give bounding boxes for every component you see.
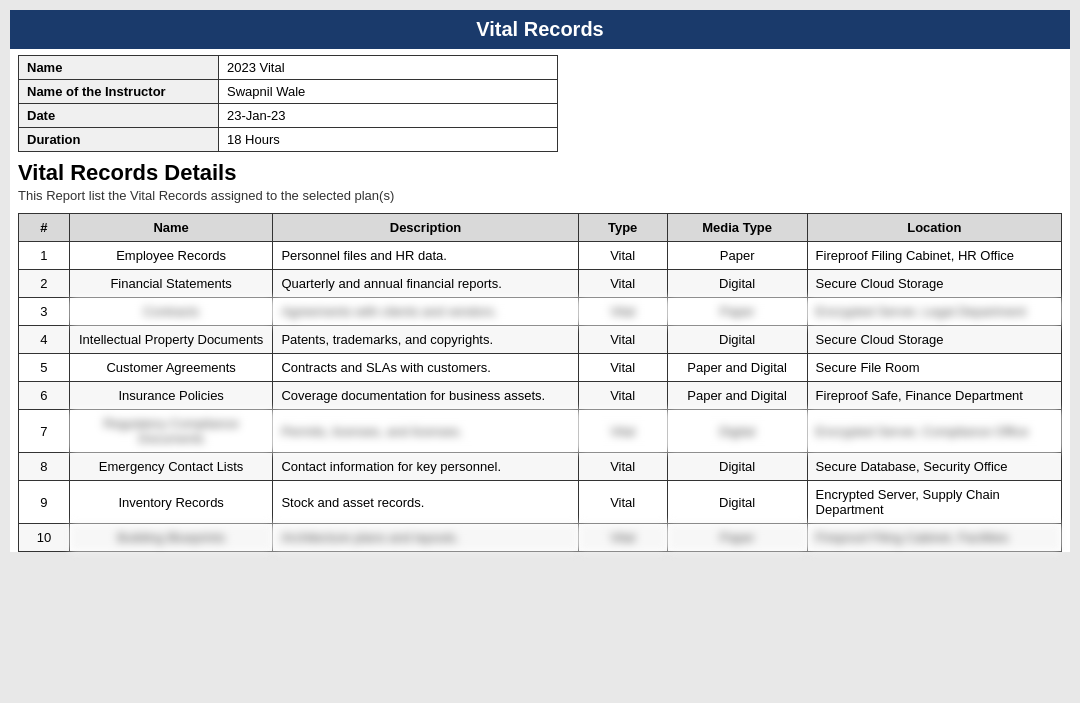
cell-num: 8 <box>19 453 70 481</box>
cell-media-type: Paper and Digital <box>667 354 807 382</box>
table-row: 7Regulatory Compliance DocumentsPermits,… <box>19 410 1062 453</box>
page-container: Vital Records Name 2023 Vital Name of th… <box>10 10 1070 552</box>
table-row: 1Employee RecordsPersonnel files and HR … <box>19 242 1062 270</box>
cell-location: Fireproof Filing Cabinet, Facilities <box>807 524 1061 552</box>
cell-name: Insurance Policies <box>69 382 273 410</box>
table-row: 5Customer AgreementsContracts and SLAs w… <box>19 354 1062 382</box>
cell-media-type: Digital <box>667 453 807 481</box>
date-label: Date <box>19 104 219 128</box>
duration-label: Duration <box>19 128 219 152</box>
header-media-type: Media Type <box>667 214 807 242</box>
duration-value: 18 Hours <box>219 128 558 152</box>
section-subtitle: This Report list the Vital Records assig… <box>18 188 1062 203</box>
cell-location: Secure Cloud Storage <box>807 326 1061 354</box>
cell-num: 4 <box>19 326 70 354</box>
cell-description: Contact information for key personnel. <box>273 453 578 481</box>
records-table: # Name Description Type Media Type Locat… <box>18 213 1062 552</box>
cell-type: Vital <box>578 410 667 453</box>
header-description: Description <box>273 214 578 242</box>
header-name: Name <box>69 214 273 242</box>
header-type: Type <box>578 214 667 242</box>
name-label: Name <box>19 56 219 80</box>
cell-description: Personnel files and HR data. <box>273 242 578 270</box>
cell-media-type: Digital <box>667 410 807 453</box>
cell-description: Stock and asset records. <box>273 481 578 524</box>
page-title: Vital Records <box>10 10 1070 49</box>
cell-num: 5 <box>19 354 70 382</box>
table-row: 6Insurance PoliciesCoverage documentatio… <box>19 382 1062 410</box>
instructor-value: Swapnil Wale <box>219 80 558 104</box>
cell-name: Intellectual Property Documents <box>69 326 273 354</box>
cell-media-type: Paper <box>667 242 807 270</box>
cell-location: Secure Cloud Storage <box>807 270 1061 298</box>
cell-num: 2 <box>19 270 70 298</box>
table-row: 3ContractsAgreements with clients and ve… <box>19 298 1062 326</box>
cell-name: Customer Agreements <box>69 354 273 382</box>
cell-num: 10 <box>19 524 70 552</box>
cell-name: Inventory Records <box>69 481 273 524</box>
cell-type: Vital <box>578 270 667 298</box>
cell-description: Agreements with clients and vendors. <box>273 298 578 326</box>
header-num: # <box>19 214 70 242</box>
info-row-name: Name 2023 Vital <box>19 56 558 80</box>
cell-location: Fireproof Safe, Finance Department <box>807 382 1061 410</box>
cell-media-type: Digital <box>667 326 807 354</box>
table-header-row: # Name Description Type Media Type Locat… <box>19 214 1062 242</box>
cell-description: Coverage documentation for business asse… <box>273 382 578 410</box>
cell-location: Secure Database, Security Office <box>807 453 1061 481</box>
cell-media-type: Paper <box>667 524 807 552</box>
info-row-instructor: Name of the Instructor Swapnil Wale <box>19 80 558 104</box>
date-value: 23-Jan-23 <box>219 104 558 128</box>
info-table: Name 2023 Vital Name of the Instructor S… <box>18 55 558 152</box>
section-title: Vital Records Details <box>18 160 1062 186</box>
cell-type: Vital <box>578 242 667 270</box>
cell-name: Financial Statements <box>69 270 273 298</box>
cell-type: Vital <box>578 382 667 410</box>
cell-media-type: Digital <box>667 481 807 524</box>
cell-type: Vital <box>578 326 667 354</box>
cell-num: 7 <box>19 410 70 453</box>
cell-type: Vital <box>578 481 667 524</box>
cell-name: Building Blueprints <box>69 524 273 552</box>
cell-name: Contracts <box>69 298 273 326</box>
cell-num: 3 <box>19 298 70 326</box>
cell-name: Regulatory Compliance Documents <box>69 410 273 453</box>
cell-location: Encrypted Server, Compliance Office <box>807 410 1061 453</box>
cell-name: Emergency Contact Lists <box>69 453 273 481</box>
cell-description: Contracts and SLAs with customers. <box>273 354 578 382</box>
table-row: 10Building BlueprintsArchitecture plans … <box>19 524 1062 552</box>
cell-media-type: Paper <box>667 298 807 326</box>
info-row-date: Date 23-Jan-23 <box>19 104 558 128</box>
cell-type: Vital <box>578 354 667 382</box>
table-row: 9Inventory RecordsStock and asset record… <box>19 481 1062 524</box>
table-row: 8Emergency Contact ListsContact informat… <box>19 453 1062 481</box>
cell-media-type: Digital <box>667 270 807 298</box>
cell-description: Patents, trademarks, and copyrights. <box>273 326 578 354</box>
cell-num: 1 <box>19 242 70 270</box>
cell-media-type: Paper and Digital <box>667 382 807 410</box>
name-value: 2023 Vital <box>219 56 558 80</box>
cell-type: Vital <box>578 524 667 552</box>
cell-description: Quarterly and annual financial reports. <box>273 270 578 298</box>
cell-type: Vital <box>578 298 667 326</box>
cell-location: Fireproof Filing Cabinet, HR Office <box>807 242 1061 270</box>
info-row-duration: Duration 18 Hours <box>19 128 558 152</box>
cell-location: Encrypted Server, Legal Department <box>807 298 1061 326</box>
cell-description: Permits, licenses, and licenses. <box>273 410 578 453</box>
cell-num: 9 <box>19 481 70 524</box>
cell-description: Architecture plans and layouts. <box>273 524 578 552</box>
cell-location: Encrypted Server, Supply Chain Departmen… <box>807 481 1061 524</box>
table-row: 2Financial StatementsQuarterly and annua… <box>19 270 1062 298</box>
table-row: 4Intellectual Property DocumentsPatents,… <box>19 326 1062 354</box>
header-location: Location <box>807 214 1061 242</box>
cell-name: Employee Records <box>69 242 273 270</box>
cell-num: 6 <box>19 382 70 410</box>
cell-location: Secure File Room <box>807 354 1061 382</box>
cell-type: Vital <box>578 453 667 481</box>
instructor-label: Name of the Instructor <box>19 80 219 104</box>
